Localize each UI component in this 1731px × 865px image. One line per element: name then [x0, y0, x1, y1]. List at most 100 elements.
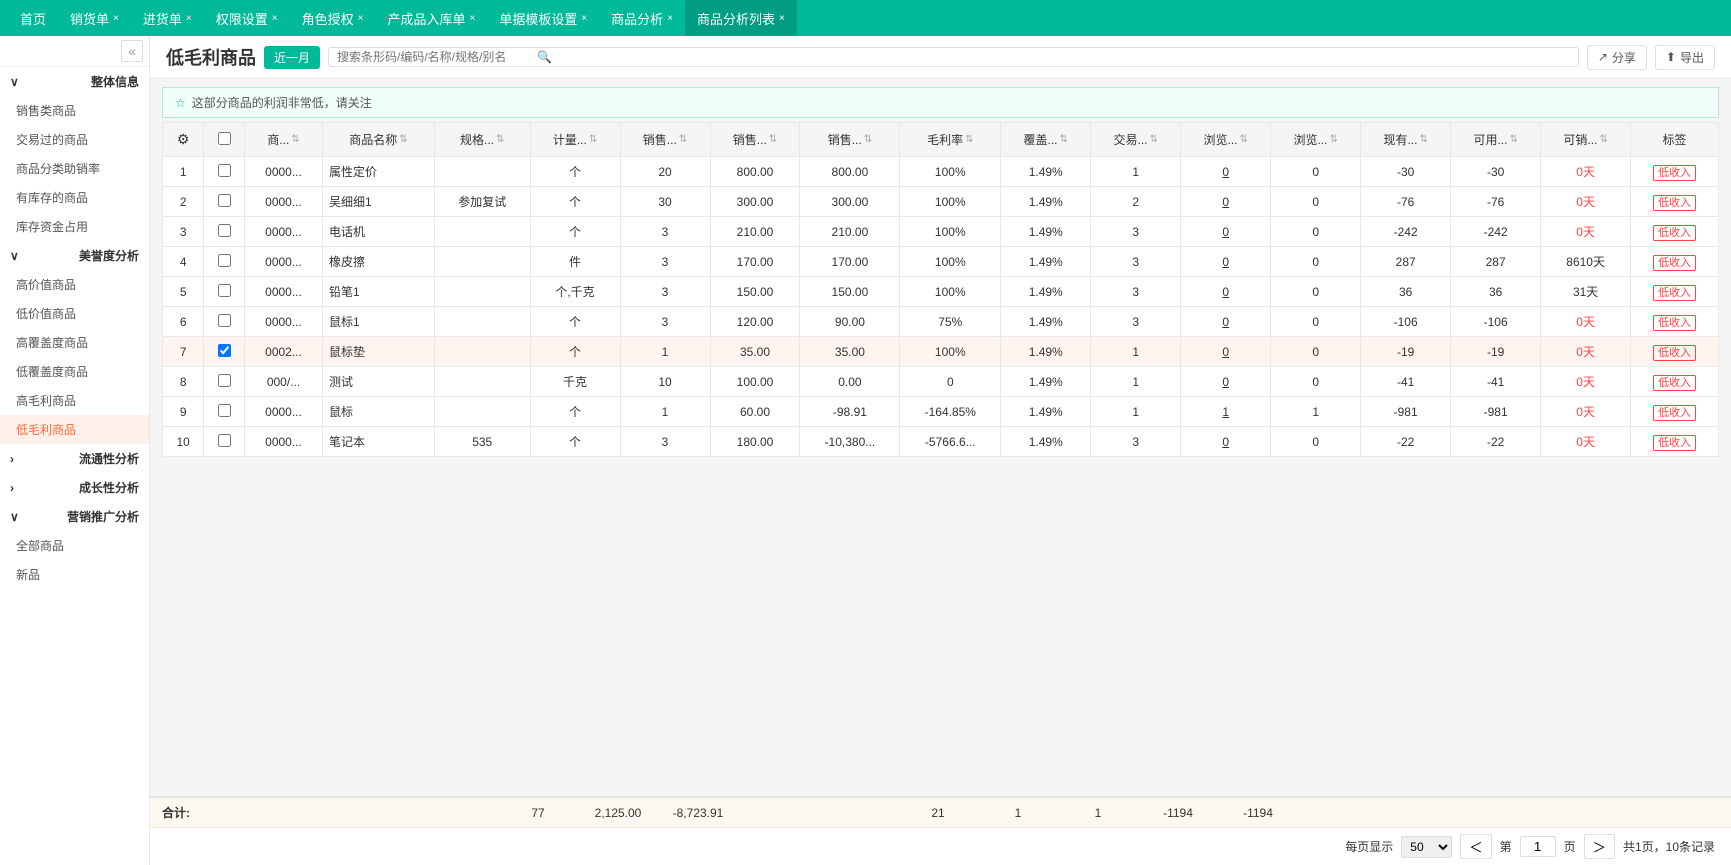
nav-product-analysis[interactable]: 商品分析 ×: [599, 0, 685, 36]
nav-sales-close[interactable]: ×: [113, 13, 119, 24]
views1-link[interactable]: 0: [1222, 285, 1229, 299]
col-unit-sort[interactable]: ⇅: [589, 134, 597, 145]
nav-analysis-close[interactable]: ×: [667, 13, 673, 24]
row-views1[interactable]: 0: [1181, 277, 1271, 307]
page-number-input[interactable]: [1520, 836, 1556, 857]
views1-link[interactable]: 0: [1222, 315, 1229, 329]
nav-purchase-close[interactable]: ×: [186, 13, 192, 24]
sidebar-item-high-coverage[interactable]: 高覆盖度商品: [0, 328, 149, 357]
row-views1[interactable]: 0: [1181, 187, 1271, 217]
nav-product-entry[interactable]: 产成品入库单 ×: [375, 0, 487, 36]
col-views1[interactable]: 浏览...⇅: [1181, 123, 1271, 157]
col-spec-sort[interactable]: ⇅: [496, 134, 504, 145]
col-coverage-sort[interactable]: ⇅: [1060, 134, 1068, 145]
row-check[interactable]: [204, 427, 245, 457]
col-settings[interactable]: ⚙: [163, 123, 204, 157]
next-page-button[interactable]: ＞: [1584, 834, 1615, 859]
col-coverage[interactable]: 覆盖...⇅: [1001, 123, 1091, 157]
col-sales-qty-sort[interactable]: ⇅: [679, 134, 687, 145]
row-check[interactable]: [204, 397, 245, 427]
row-checkbox[interactable]: [218, 404, 231, 417]
row-checkbox[interactable]: [218, 314, 231, 327]
sidebar-item-sales-products[interactable]: 销售类商品: [0, 96, 149, 125]
share-button[interactable]: ↗ 分享: [1587, 45, 1647, 70]
col-sales-profit[interactable]: 销售...⇅: [800, 123, 900, 157]
row-check[interactable]: [204, 157, 245, 187]
settings-icon[interactable]: ⚙: [177, 131, 190, 147]
date-filter-button[interactable]: 近一月: [264, 46, 320, 69]
col-unit[interactable]: 计量...⇅: [530, 123, 620, 157]
nav-purchase[interactable]: 进货单 ×: [131, 0, 204, 36]
select-all-checkbox[interactable]: [218, 132, 231, 145]
col-saleable-sort[interactable]: ⇅: [1599, 134, 1607, 145]
page-size-select[interactable]: 50 100 200: [1401, 836, 1452, 858]
sidebar-item-low-coverage[interactable]: 低覆盖度商品: [0, 357, 149, 386]
col-transactions[interactable]: 交易...⇅: [1091, 123, 1181, 157]
export-button[interactable]: ⬆ 导出: [1655, 45, 1715, 70]
col-sales-price[interactable]: 销售...⇅: [710, 123, 800, 157]
nav-permissions[interactable]: 权限设置 ×: [204, 0, 290, 36]
row-checkbox[interactable]: [218, 434, 231, 447]
row-views1[interactable]: 0: [1181, 247, 1271, 277]
col-sales-qty[interactable]: 销售...⇅: [620, 123, 710, 157]
row-checkbox[interactable]: [218, 284, 231, 297]
col-checkbox[interactable]: [204, 123, 245, 157]
col-views1-sort[interactable]: ⇅: [1240, 134, 1248, 145]
sidebar-item-low-value[interactable]: 低价值商品: [0, 299, 149, 328]
col-available[interactable]: 可用...⇅: [1451, 123, 1541, 157]
sidebar-section-general-header[interactable]: ∨ 整体信息: [0, 67, 149, 96]
views1-link[interactable]: 0: [1222, 195, 1229, 209]
col-gross-margin[interactable]: 毛利率⇅: [900, 123, 1001, 157]
sidebar-item-traded-products[interactable]: 交易过的商品: [0, 125, 149, 154]
row-views1[interactable]: 1: [1181, 397, 1271, 427]
nav-product-close[interactable]: ×: [469, 13, 475, 24]
col-views2[interactable]: 浏览...⇅: [1271, 123, 1361, 157]
col-name[interactable]: 商品名称⇅: [322, 123, 434, 157]
col-sales-profit-sort[interactable]: ⇅: [864, 134, 872, 145]
search-icon[interactable]: 🔍: [537, 50, 552, 64]
row-views1[interactable]: 0: [1181, 157, 1271, 187]
nav-home[interactable]: 首页: [8, 0, 58, 36]
sidebar-item-inventory-funds[interactable]: 库存资金占用: [0, 212, 149, 241]
views1-link[interactable]: 0: [1222, 165, 1229, 179]
col-gross-margin-sort[interactable]: ⇅: [965, 134, 973, 145]
row-views1[interactable]: 0: [1181, 337, 1271, 367]
nav-template-close[interactable]: ×: [581, 13, 587, 24]
views1-link[interactable]: 0: [1222, 375, 1229, 389]
sidebar-section-marketing-header[interactable]: ∨ 营销推广分析: [0, 502, 149, 531]
col-current-stock-sort[interactable]: ⇅: [1419, 134, 1427, 145]
row-checkbox[interactable]: [218, 194, 231, 207]
col-name-sort[interactable]: ⇅: [399, 134, 407, 145]
row-checkbox[interactable]: [218, 164, 231, 177]
row-views1[interactable]: 0: [1181, 367, 1271, 397]
views1-link[interactable]: 0: [1222, 225, 1229, 239]
sidebar-collapse-btn[interactable]: «: [121, 40, 143, 62]
nav-product-analysis-list[interactable]: 商品分析列表 ×: [685, 0, 797, 36]
row-check[interactable]: [204, 217, 245, 247]
sidebar-section-flow-header[interactable]: › 流通性分析: [0, 444, 149, 473]
nav-template[interactable]: 单据模板设置 ×: [487, 0, 599, 36]
row-checkbox[interactable]: [218, 344, 231, 357]
col-current-stock[interactable]: 现有...⇅: [1361, 123, 1451, 157]
col-transactions-sort[interactable]: ⇅: [1150, 134, 1158, 145]
col-sales-price-sort[interactable]: ⇅: [769, 134, 777, 145]
sidebar-item-low-margin[interactable]: 低毛利商品: [0, 415, 149, 444]
sidebar-section-value-header[interactable]: ∨ 美誉度分析: [0, 241, 149, 270]
row-views1[interactable]: 0: [1181, 217, 1271, 247]
sidebar-section-growth-header[interactable]: › 成长性分析: [0, 473, 149, 502]
col-code[interactable]: 商...⇅: [245, 123, 323, 157]
views1-link[interactable]: 0: [1222, 345, 1229, 359]
row-checkbox[interactable]: [218, 224, 231, 237]
col-views2-sort[interactable]: ⇅: [1329, 134, 1337, 145]
row-check[interactable]: [204, 307, 245, 337]
nav-list-close[interactable]: ×: [779, 13, 785, 24]
row-views1[interactable]: 0: [1181, 427, 1271, 457]
sidebar-item-high-value[interactable]: 高价值商品: [0, 270, 149, 299]
views1-link[interactable]: 1: [1222, 405, 1229, 419]
col-saleable[interactable]: 可销...⇅: [1541, 123, 1631, 157]
sidebar-item-stocked-products[interactable]: 有库存的商品: [0, 183, 149, 212]
sidebar-item-all-products[interactable]: 全部商品: [0, 531, 149, 560]
sidebar-item-new-products[interactable]: 新品: [0, 560, 149, 589]
views1-link[interactable]: 0: [1222, 435, 1229, 449]
nav-permissions-close[interactable]: ×: [272, 13, 278, 24]
